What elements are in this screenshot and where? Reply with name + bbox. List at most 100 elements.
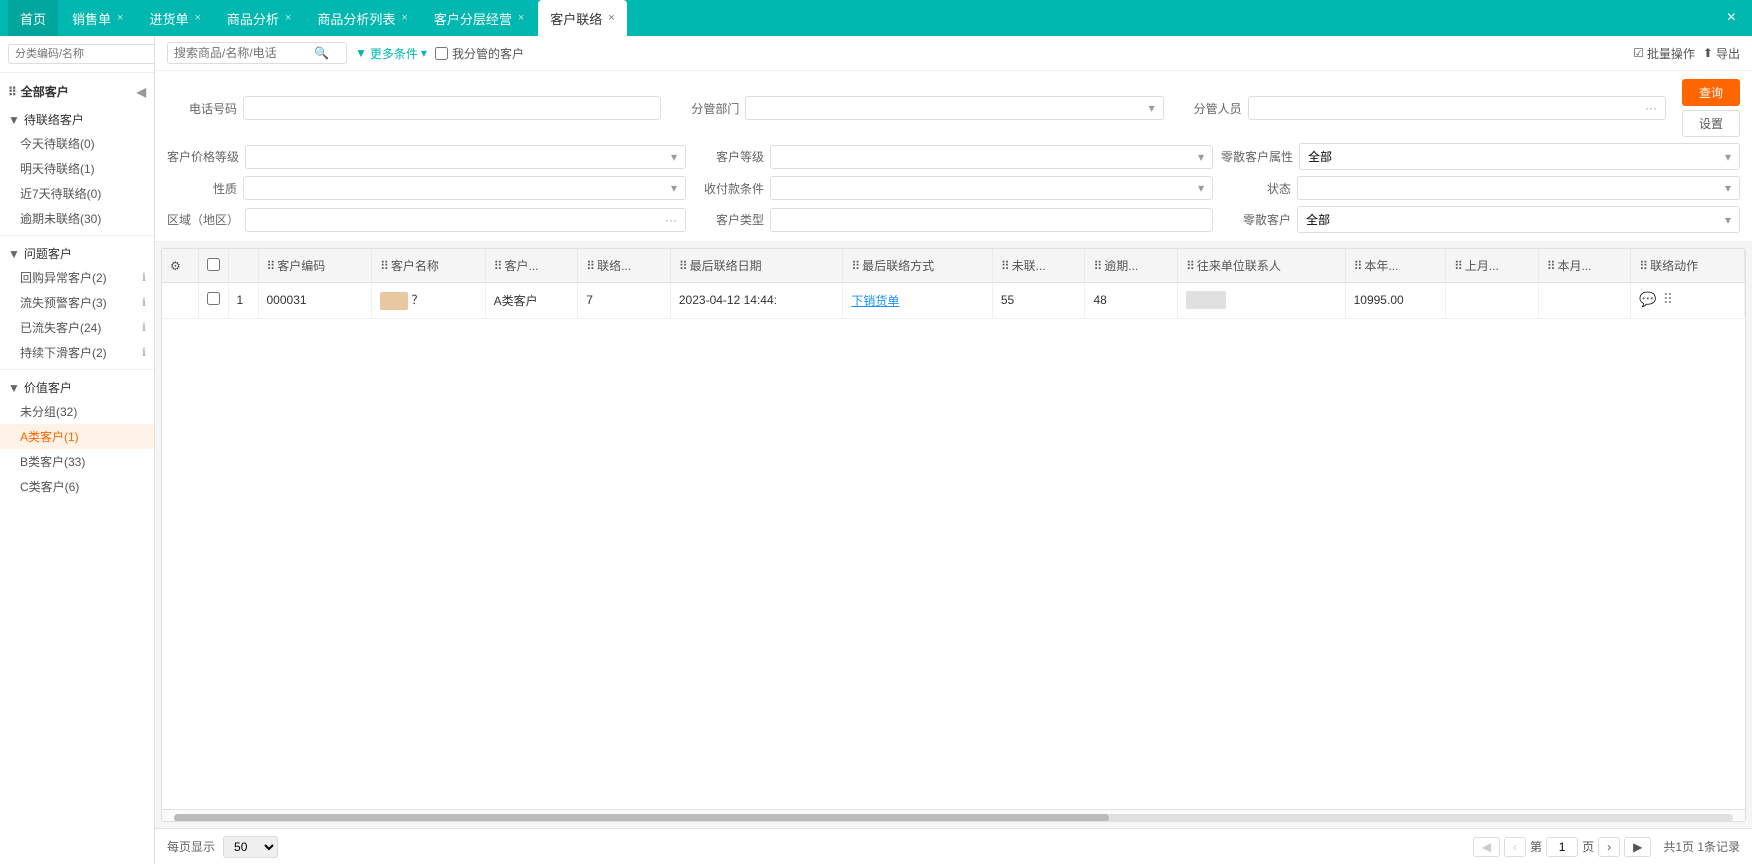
setting-button[interactable]: 设置 xyxy=(1682,110,1740,137)
filter-dots-分管人员[interactable]: ··· xyxy=(1248,96,1666,120)
col-header-checkbox xyxy=(198,249,228,283)
nav-tab-customer-contact[interactable]: 客户联络× xyxy=(538,0,626,36)
filter-label: 客户等级 xyxy=(694,148,764,165)
arrow-icon: ▼ xyxy=(8,113,20,127)
filter-row-1: 客户价格等级▾客户等级▾零散客户属性全部▾ xyxy=(167,143,1740,170)
prev-page-btn[interactable]: ‹ xyxy=(1504,837,1526,857)
page-prefix-label: 第 xyxy=(1530,838,1542,855)
col-header-thisYear: ⠿本年... xyxy=(1345,249,1445,283)
tab-close-sales[interactable]: × xyxy=(117,12,123,24)
filter-search-input[interactable] xyxy=(174,46,314,60)
nav-tab-goods-analysis-list[interactable]: 商品分析列表× xyxy=(305,0,419,36)
sidebar-search-input[interactable] xyxy=(8,44,155,64)
ellipsis-icon: ··· xyxy=(665,213,677,227)
filter-input-电话号码[interactable] xyxy=(243,96,661,120)
first-page-btn[interactable]: ◀ xyxy=(1473,837,1500,857)
info-icon: ℹ xyxy=(142,271,146,284)
overdue-days: 48 xyxy=(1085,283,1178,319)
sidebar-collapse-icon[interactable]: ◀ xyxy=(137,85,146,99)
tab-close-goods-analysis[interactable]: × xyxy=(285,12,291,24)
filter-icon: ▼ xyxy=(355,46,367,60)
nav-tab-purchase[interactable]: 进货单× xyxy=(137,0,212,36)
chat-action-icon[interactable]: 💬 xyxy=(1639,291,1656,308)
sidebar-item[interactable]: 已流失客户(24)ℹ xyxy=(0,315,154,340)
page-size-select[interactable]: 50 100 200 xyxy=(223,836,278,858)
nav-tab-customer-segment[interactable]: 客户分层经营× xyxy=(422,0,536,36)
my-customer-checkbox[interactable] xyxy=(435,47,448,60)
filter-panel: 电话号码分管部门▾分管人员···查询设置客户价格等级▾客户等级▾零散客户属性全部… xyxy=(155,71,1752,242)
close-all-tabs[interactable]: × xyxy=(1719,9,1744,27)
content-area: 🔍 ▼ 更多条件 ▾ 我分管的客户 ☑ 批量操作 ⬆ 导出 xyxy=(155,36,1752,864)
filter-select-零散客户属性[interactable]: 全部▾ xyxy=(1299,143,1740,170)
filter-label: 性质 xyxy=(167,180,237,197)
nav-tab-goods-analysis[interactable]: 商品分析× xyxy=(215,0,303,36)
chevron-down-icon: ▾ xyxy=(1198,181,1204,195)
filter-search-icon[interactable]: 🔍 xyxy=(314,46,329,60)
last-page-btn[interactable]: ▶ xyxy=(1624,837,1651,857)
tab-close-customer-contact[interactable]: × xyxy=(608,12,614,24)
sidebar-all-customers[interactable]: ⠿ 全部客户 ◀ xyxy=(0,77,154,106)
row-checkbox[interactable] xyxy=(207,292,220,305)
sidebar-item[interactable]: 回购异常客户(2)ℹ xyxy=(0,265,154,290)
more-filter-chevron: ▾ xyxy=(421,46,427,60)
nav-tab-home[interactable]: 首页 xyxy=(8,0,58,36)
last-contact-method[interactable]: 下销货单 xyxy=(843,283,993,319)
sidebar-group-pending-contact: ▼待联络客户今天待联络(0)明天待联络(1)近7天待联络(0)逾期未联络(30) xyxy=(0,106,154,236)
gear-icon[interactable]: ⚙ xyxy=(170,259,181,273)
grid-action-icon[interactable]: ⠿ xyxy=(1663,291,1673,308)
batch-op-label: 批量操作 xyxy=(1647,45,1695,62)
sidebar-item[interactable]: 流失预警客户(3)ℹ xyxy=(0,290,154,315)
no-contact-days: 55 xyxy=(992,283,1085,319)
col-header-name: ⠿客户名称 xyxy=(372,249,486,283)
filter-item-3-2: 零散客户全部▾ xyxy=(1221,206,1740,233)
query-button[interactable]: 查询 xyxy=(1682,79,1740,106)
next-page-btn[interactable]: › xyxy=(1598,837,1620,857)
col-header-index xyxy=(228,249,258,283)
export-btn[interactable]: ⬆ 导出 xyxy=(1703,45,1740,62)
col-header-lastMethod: ⠿最后联络方式 xyxy=(843,249,993,283)
filter-select-客户等级[interactable]: ▾ xyxy=(770,145,1213,169)
filter-item-0-1: 分管部门▾ xyxy=(669,96,1163,120)
sidebar-item[interactable]: 明天待联络(1) xyxy=(0,156,154,181)
page-number-input[interactable] xyxy=(1546,837,1578,857)
filter-input-客户类型[interactable] xyxy=(770,208,1213,232)
filter-select-收付款条件[interactable]: ▾ xyxy=(770,176,1213,200)
my-customer-checkbox-area[interactable]: 我分管的客户 xyxy=(435,45,524,62)
unit-contact-block xyxy=(1186,291,1226,309)
sidebar-group-label-problem-customer[interactable]: ▼问题客户 xyxy=(0,240,154,265)
sidebar-item[interactable]: 逾期未联络(30) xyxy=(0,206,154,231)
sidebar-group-label-pending-contact[interactable]: ▼待联络客户 xyxy=(0,106,154,131)
more-filter-btn[interactable]: ▼ 更多条件 ▾ xyxy=(355,45,427,62)
sidebar-item[interactable]: C类客户(6) xyxy=(0,474,154,499)
info-icon: ℹ xyxy=(142,321,146,334)
tab-close-goods-analysis-list[interactable]: × xyxy=(401,12,407,24)
filter-select-状态[interactable]: ▾ xyxy=(1297,176,1740,200)
col-header-gear[interactable]: ⚙ xyxy=(162,249,198,283)
sidebar-item[interactable]: 近7天待联络(0) xyxy=(0,181,154,206)
filter-label: 零散客户属性 xyxy=(1221,148,1293,165)
nav-tab-sales[interactable]: 销售单× xyxy=(60,0,135,36)
customer-table: ⚙⠿客户编码⠿客户名称⠿客户...⠿联络...⠿最后联络日期⠿最后联络方式⠿未联… xyxy=(162,249,1745,319)
sidebar-group-label-value-customer[interactable]: ▼价值客户 xyxy=(0,374,154,399)
page-total-label: 共1页 1条记录 xyxy=(1663,838,1740,855)
horizontal-scrollbar[interactable] xyxy=(162,809,1745,821)
tab-close-customer-segment[interactable]: × xyxy=(518,12,524,24)
this-year-amount: 10995.00 xyxy=(1345,283,1445,319)
sidebar-item[interactable]: 未分组(32) xyxy=(0,399,154,424)
tab-close-purchase[interactable]: × xyxy=(194,12,200,24)
filter-dots-区域（地区）[interactable]: ··· xyxy=(245,208,686,232)
sidebar-item[interactable]: A类客户(1) xyxy=(0,424,154,449)
sidebar-item[interactable]: 持续下滑客户(2)ℹ xyxy=(0,340,154,365)
filter-label: 状态 xyxy=(1221,180,1291,197)
col-header-contact: ⠿联络... xyxy=(578,249,671,283)
more-filter-label: 更多条件 xyxy=(370,45,418,62)
filter-select-零散客户[interactable]: 全部▾ xyxy=(1297,206,1740,233)
sidebar-item[interactable]: B类客户(33) xyxy=(0,449,154,474)
batch-operation-btn[interactable]: ☑ 批量操作 xyxy=(1633,45,1695,62)
filter-select-客户价格等级[interactable]: ▾ xyxy=(245,145,686,169)
sidebar-item[interactable]: 今天待联络(0) xyxy=(0,131,154,156)
table-wrapper[interactable]: ⚙⠿客户编码⠿客户名称⠿客户...⠿联络...⠿最后联络日期⠿最后联络方式⠿未联… xyxy=(162,249,1745,809)
filter-select-性质[interactable]: ▾ xyxy=(243,176,686,200)
filter-select-分管部门[interactable]: ▾ xyxy=(745,96,1163,120)
select-all-checkbox[interactable] xyxy=(207,258,220,271)
